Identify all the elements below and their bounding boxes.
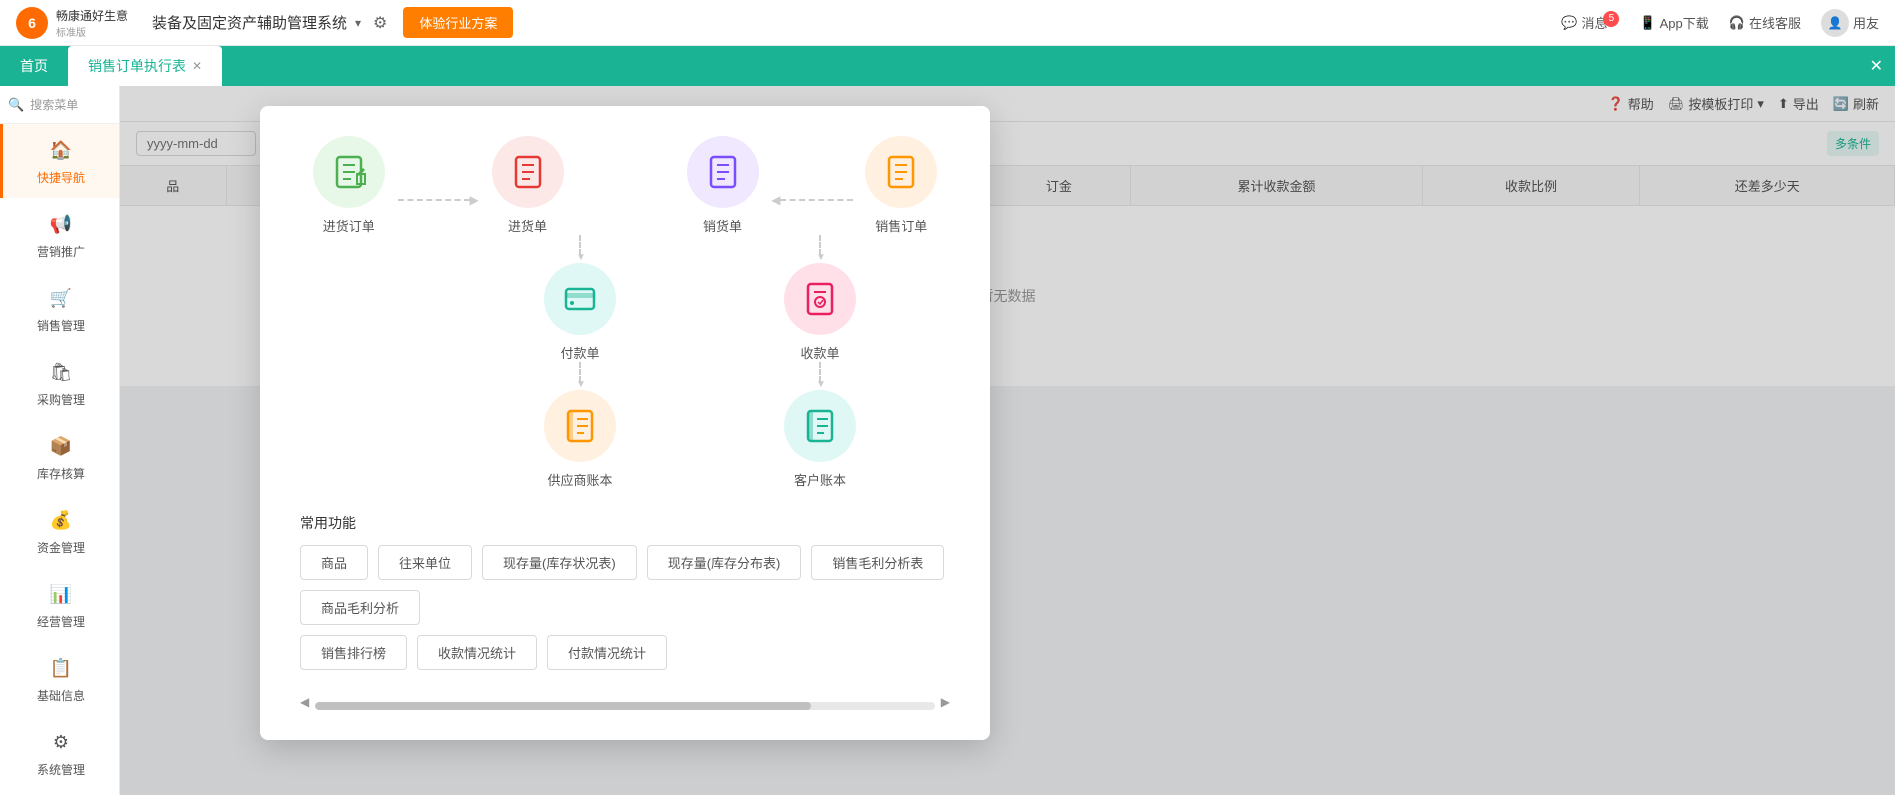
- sales-bill-icon[interactable]: [687, 136, 759, 208]
- download-icon: 📱: [1639, 15, 1655, 31]
- user-area[interactable]: 👤 用友: [1821, 9, 1879, 37]
- logo-icon: 6: [16, 7, 48, 39]
- flow-node-purchase-bill: 进货单: [479, 136, 577, 235]
- sidebar-item-collaboration[interactable]: 🤝 企业协同: [0, 790, 119, 795]
- func-btn-stock-dist[interactable]: 现存量(库存分布表): [647, 545, 802, 580]
- inventory-icon: 📦: [47, 432, 75, 460]
- receipt-label: 收款单: [800, 343, 839, 362]
- supplier-book-label: 供应商账本: [547, 470, 612, 489]
- search-icon: 🔍: [8, 97, 24, 113]
- tab-close-icon[interactable]: ✕: [192, 59, 202, 73]
- func-buttons-row2: 销售排行榜 收款情况统计 付款情况统计: [300, 635, 950, 670]
- flow-diagram: 进货订单 ▶ 进货单: [300, 136, 950, 489]
- flow-node-customer-book: 客户账本: [760, 390, 880, 489]
- func-btn-goods[interactable]: 商品: [300, 545, 368, 580]
- main-content: ❓ 帮助 🖨 按模板打印 ▾ ⬆ 导出 🔄 刷新: [120, 86, 1895, 795]
- customer-book-label: 客户账本: [794, 470, 846, 489]
- gear-icon[interactable]: ⚙: [373, 13, 387, 33]
- purchase-icon: 🛍: [47, 358, 75, 386]
- flow-node-payment: 付款单: [520, 263, 640, 362]
- func-btn-partners[interactable]: 往来单位: [378, 545, 472, 580]
- sidebar: 🔍 搜索菜单 🏠 快捷导航 📢 营销推广 🛒 销售管理 🛍 采购管理 📦 库存核…: [0, 86, 120, 795]
- sidebar-item-purchase[interactable]: 🛍 采购管理: [0, 346, 119, 420]
- flow-node-purchase-order: 进货订单: [300, 136, 398, 235]
- sidebar-item-finance[interactable]: 💰 资金管理: [0, 494, 119, 568]
- purchase-order-label: 进货订单: [323, 216, 375, 235]
- sidebar-item-system[interactable]: ⚙ 系统管理: [0, 716, 119, 790]
- payment-label: 付款单: [560, 343, 599, 362]
- message-button[interactable]: 💬 消息 5: [1561, 13, 1619, 32]
- func-btn-payment-stat[interactable]: 付款情况统计: [547, 635, 667, 670]
- sidebar-item-basic-info[interactable]: 📋 基础信息: [0, 642, 119, 716]
- main-layout: 🔍 搜索菜单 🏠 快捷导航 📢 营销推广 🛒 销售管理 🛍 采购管理 📦 库存核…: [0, 86, 1895, 795]
- flow-node-receipt: 收款单: [760, 263, 880, 362]
- func-btn-stock-status[interactable]: 现存量(库存状况表): [482, 545, 637, 580]
- func-btn-goods-gross[interactable]: 商品毛利分析: [300, 590, 420, 625]
- customer-book-icon[interactable]: [784, 390, 856, 462]
- func-btn-receipt-stat[interactable]: 收款情况统计: [417, 635, 537, 670]
- purchase-order-icon[interactable]: [313, 136, 385, 208]
- sidebar-item-marketing[interactable]: 📢 营销推广: [0, 198, 119, 272]
- supplier-book-icon[interactable]: [544, 390, 616, 462]
- sales-bill-label: 销货单: [703, 216, 742, 235]
- finance-icon: 💰: [47, 506, 75, 534]
- app-download-button[interactable]: 📱 App下载: [1639, 13, 1708, 32]
- sales-icon: 🛒: [47, 284, 75, 312]
- payment-icon[interactable]: [544, 263, 616, 335]
- trial-button[interactable]: 体验行业方案: [403, 7, 513, 38]
- sales-order-label: 销售订单: [875, 216, 927, 235]
- header-right: 💬 消息 5 📱 App下载 🎧 在线客服 👤 用友: [1561, 9, 1879, 37]
- search-menu[interactable]: 🔍 搜索菜单: [0, 86, 119, 124]
- logo-area: 6 畅康通好生意 标准版: [16, 7, 136, 39]
- flow-node-sales-order: 销售订单: [853, 136, 951, 235]
- sidebar-item-quick-nav[interactable]: 🏠 快捷导航: [0, 124, 119, 198]
- flow-node-supplier-book: 供应商账本: [520, 390, 640, 489]
- purchase-bill-label: 进货单: [508, 216, 547, 235]
- common-functions: 常用功能 商品 往来单位 现存量(库存状况表) 现存量(库存分布表) 销售毛利分…: [300, 513, 950, 670]
- func-btn-sales-rank[interactable]: 销售排行榜: [300, 635, 407, 670]
- popup: 进货订单 ▶ 进货单: [260, 106, 990, 740]
- marketing-icon: 📢: [47, 210, 75, 238]
- receipt-icon[interactable]: [784, 263, 856, 335]
- online-service-button[interactable]: 🎧 在线客服: [1729, 13, 1801, 32]
- tab-home[interactable]: 首页: [0, 46, 68, 86]
- system-title: 装备及固定资产辅助管理系统: [152, 12, 347, 33]
- popup-scrollbar[interactable]: ◀ ▶: [300, 682, 950, 710]
- sidebar-item-inventory[interactable]: 📦 库存核算: [0, 420, 119, 494]
- sidebar-item-management[interactable]: 📊 经营管理: [0, 568, 119, 642]
- overlay: 进货订单 ▶ 进货单: [120, 86, 1895, 795]
- tab-sales-execution[interactable]: 销售订单执行表 ✕: [68, 46, 222, 86]
- top-header: 6 畅康通好生意 标准版 装备及固定资产辅助管理系统 ▾ ⚙ 体验行业方案 💬 …: [0, 0, 1895, 46]
- avatar: 👤: [1821, 9, 1849, 37]
- management-icon: 📊: [47, 580, 75, 608]
- system-icon: ⚙: [47, 728, 75, 756]
- dropdown-icon[interactable]: ▾: [355, 16, 361, 30]
- message-badge: 5: [1603, 11, 1619, 27]
- home-icon: 🏠: [47, 136, 75, 164]
- message-icon: 💬: [1561, 15, 1577, 31]
- func-buttons-row1: 商品 往来单位 现存量(库存状况表) 现存量(库存分布表) 销售毛利分析表 商品…: [300, 545, 950, 625]
- close-all-button[interactable]: ✕: [1870, 56, 1883, 76]
- func-btn-sales-gross[interactable]: 销售毛利分析表: [811, 545, 944, 580]
- logo-text: 畅康通好生意 标准版: [56, 7, 128, 39]
- sidebar-item-sales[interactable]: 🛒 销售管理: [0, 272, 119, 346]
- purchase-bill-icon[interactable]: [492, 136, 564, 208]
- service-icon: 🎧: [1729, 15, 1745, 31]
- tab-bar: 首页 销售订单执行表 ✕ ✕: [0, 46, 1895, 86]
- basic-info-icon: 📋: [47, 654, 75, 682]
- flow-node-sales-bill: 销货单: [674, 136, 772, 235]
- sales-order-icon[interactable]: [865, 136, 937, 208]
- common-functions-title: 常用功能: [300, 513, 950, 533]
